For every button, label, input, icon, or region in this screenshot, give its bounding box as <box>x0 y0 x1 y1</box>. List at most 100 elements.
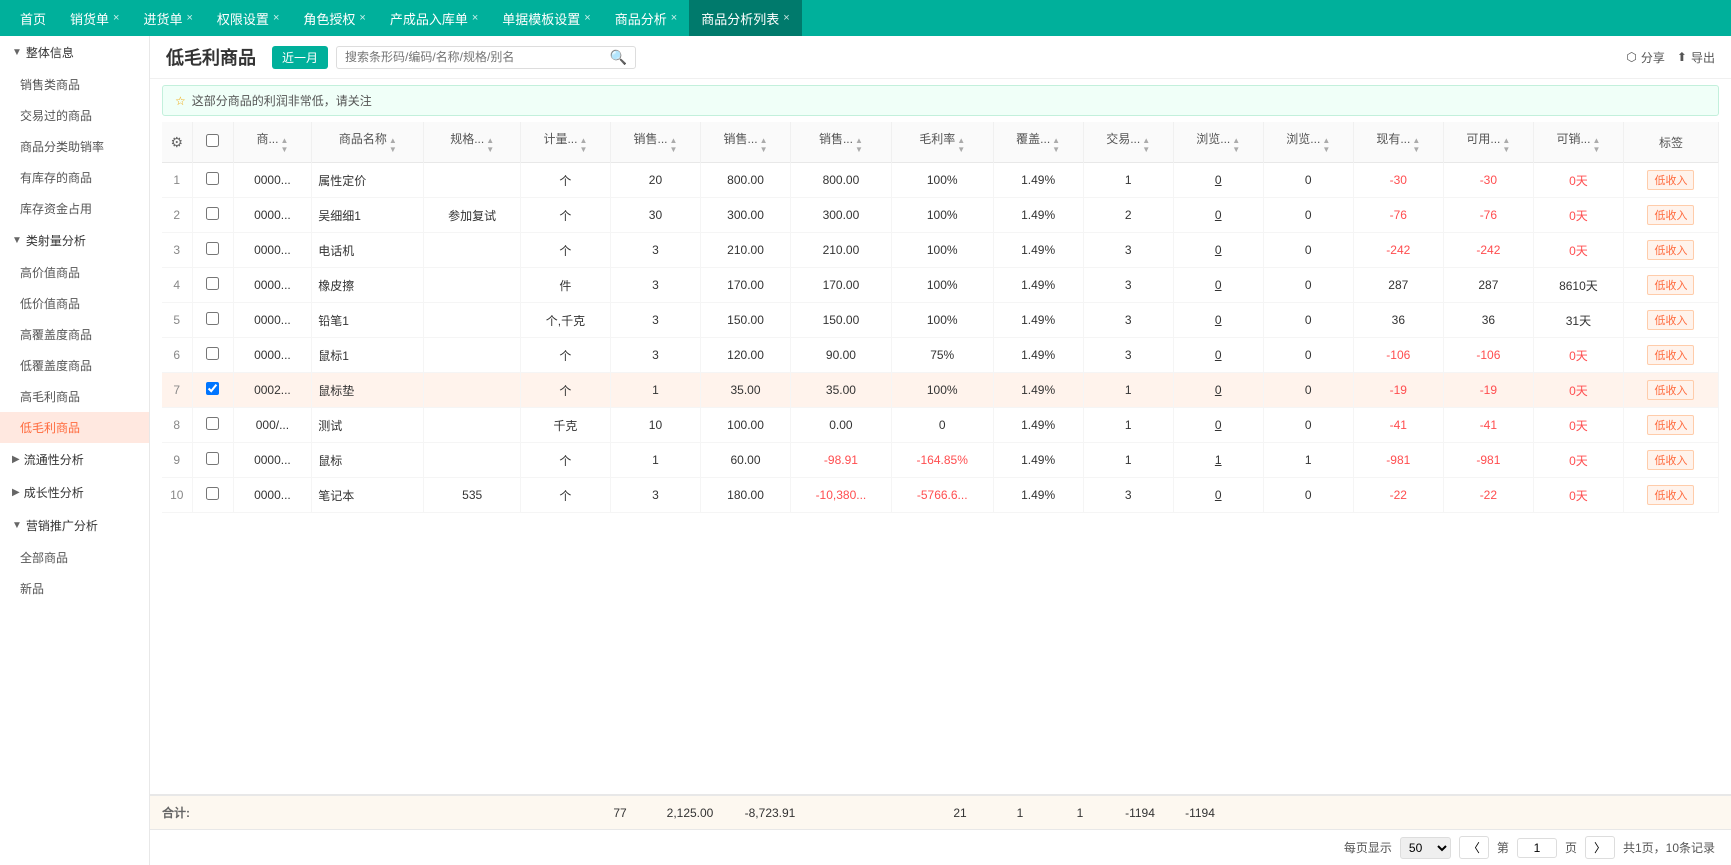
row-select-checkbox[interactable] <box>206 452 219 465</box>
sidebar-section-general[interactable]: ▼ 整体信息 <box>0 36 149 69</box>
sidebar-item-sales-products[interactable]: 销售类商品 <box>0 69 149 100</box>
close-analysis-list-icon[interactable]: × <box>783 12 789 24</box>
row-checkbox[interactable] <box>192 163 233 198</box>
sidebar-item-high-coverage[interactable]: 高覆盖度商品 <box>0 319 149 350</box>
row-checkbox[interactable] <box>192 373 233 408</box>
row-checkbox[interactable] <box>192 478 233 513</box>
row-select-checkbox[interactable] <box>206 207 219 220</box>
col-usable[interactable]: 可用...▲▼ <box>1443 122 1533 163</box>
sidebar-section-marketing[interactable]: ▼ 营销推广分析 <box>0 509 149 542</box>
nav-item-analysis-list[interactable]: 商品分析列表 × <box>689 0 801 36</box>
prev-page-button[interactable]: 〈 <box>1459 836 1489 859</box>
col-gross-rate[interactable]: 毛利率▲▼ <box>891 122 993 163</box>
row-view1[interactable]: 0 <box>1173 198 1263 233</box>
row-name[interactable]: 鼠标1 <box>312 338 424 373</box>
page-number-input[interactable] <box>1517 838 1557 858</box>
close-product-analysis-icon[interactable]: × <box>671 12 677 24</box>
col-name[interactable]: 商品名称▲▼ <box>312 122 424 163</box>
nav-item-product-analysis[interactable]: 商品分析 × <box>603 0 689 36</box>
row-name[interactable]: 测试 <box>312 408 424 443</box>
sidebar-item-low-coverage[interactable]: 低覆盖度商品 <box>0 350 149 381</box>
col-view1[interactable]: 浏览...▲▼ <box>1173 122 1263 163</box>
sidebar-section-circulation[interactable]: ▶ 流通性分析 <box>0 443 149 476</box>
row-view1[interactable]: 0 <box>1173 233 1263 268</box>
row-view1[interactable]: 0 <box>1173 408 1263 443</box>
row-name[interactable]: 鼠标 <box>312 443 424 478</box>
row-view1[interactable]: 0 <box>1173 303 1263 338</box>
nav-item-templates[interactable]: 单据模板设置 × <box>490 0 602 36</box>
close-permissions-icon[interactable]: × <box>273 12 279 24</box>
nav-item-purchase[interactable]: 进货单 × <box>131 0 204 36</box>
row-view1[interactable]: 0 <box>1173 478 1263 513</box>
close-purchase-icon[interactable]: × <box>186 12 192 24</box>
col-view2[interactable]: 浏览...▲▼ <box>1263 122 1353 163</box>
row-name[interactable]: 属性定价 <box>312 163 424 198</box>
row-checkbox[interactable] <box>192 408 233 443</box>
row-name[interactable]: 橡皮擦 <box>312 268 424 303</box>
col-trade[interactable]: 交易...▲▼ <box>1083 122 1173 163</box>
row-select-checkbox[interactable] <box>206 312 219 325</box>
col-current[interactable]: 现有...▲▼ <box>1353 122 1443 163</box>
row-name[interactable]: 鼠标垫 <box>312 373 424 408</box>
sidebar-item-all-products[interactable]: 全部商品 <box>0 542 149 573</box>
row-select-checkbox[interactable] <box>206 347 219 360</box>
row-select-checkbox[interactable] <box>206 277 219 290</box>
nav-item-sales[interactable]: 销货单 × <box>58 0 131 36</box>
col-spec[interactable]: 规格...▲▼ <box>424 122 521 163</box>
row-view1[interactable]: 0 <box>1173 163 1263 198</box>
col-sales-qty[interactable]: 销售...▲▼ <box>610 122 700 163</box>
row-name[interactable]: 电话机 <box>312 233 424 268</box>
col-unit[interactable]: 计量...▲▼ <box>520 122 610 163</box>
row-name[interactable]: 笔记本 <box>312 478 424 513</box>
sidebar-item-traded-products[interactable]: 交易过的商品 <box>0 100 149 131</box>
sidebar-item-low-margin[interactable]: 低毛利商品 <box>0 412 149 443</box>
row-select-checkbox[interactable] <box>206 417 219 430</box>
row-name[interactable]: 铅笔1 <box>312 303 424 338</box>
search-icon[interactable]: 🔍 <box>610 49 627 66</box>
row-select-checkbox[interactable] <box>206 242 219 255</box>
sidebar-section-analysis[interactable]: ▼ 类射量分析 <box>0 224 149 257</box>
settings-icon[interactable]: ⚙ <box>170 134 183 150</box>
export-button[interactable]: ⬆ 导出 <box>1677 49 1715 66</box>
row-view1[interactable]: 1 <box>1173 443 1263 478</box>
nav-item-permissions[interactable]: 权限设置 × <box>205 0 291 36</box>
close-products-icon[interactable]: × <box>472 12 478 24</box>
close-templates-icon[interactable]: × <box>584 12 590 24</box>
row-checkbox[interactable] <box>192 233 233 268</box>
period-button[interactable]: 近一月 <box>272 46 328 69</box>
row-select-checkbox[interactable] <box>206 487 219 500</box>
col-sales-price[interactable]: 销售...▲▼ <box>701 122 791 163</box>
row-select-checkbox[interactable] <box>206 172 219 185</box>
nav-item-products[interactable]: 产成品入库单 × <box>378 0 490 36</box>
row-checkbox[interactable] <box>192 303 233 338</box>
col-settings[interactable]: ⚙ <box>162 122 192 163</box>
row-checkbox[interactable] <box>192 443 233 478</box>
sidebar-item-capital[interactable]: 库存资金占用 <box>0 193 149 224</box>
row-checkbox[interactable] <box>192 268 233 303</box>
row-checkbox[interactable] <box>192 338 233 373</box>
col-coverage[interactable]: 覆盖...▲▼ <box>993 122 1083 163</box>
sidebar-item-high-value[interactable]: 高价值商品 <box>0 257 149 288</box>
sidebar-item-new-products[interactable]: 新品 <box>0 573 149 604</box>
sidebar-item-low-value[interactable]: 低价值商品 <box>0 288 149 319</box>
row-view1[interactable]: 0 <box>1173 373 1263 408</box>
sidebar-item-category-rate[interactable]: 商品分类助销率 <box>0 131 149 162</box>
close-roles-icon[interactable]: × <box>359 12 365 24</box>
nav-item-home[interactable]: 首页 <box>8 0 58 36</box>
close-sales-icon[interactable]: × <box>113 12 119 24</box>
col-sales-profit[interactable]: 销售...▲▼ <box>791 122 892 163</box>
row-view1[interactable]: 0 <box>1173 338 1263 373</box>
row-select-checkbox[interactable] <box>206 382 219 395</box>
sidebar-item-high-margin[interactable]: 高毛利商品 <box>0 381 149 412</box>
row-view1[interactable]: 0 <box>1173 268 1263 303</box>
col-salable[interactable]: 可销...▲▼ <box>1533 122 1623 163</box>
col-code[interactable]: 商...▲▼ <box>233 122 312 163</box>
page-size-select[interactable]: 50 100 200 <box>1400 837 1451 859</box>
nav-item-roles[interactable]: 角色授权 × <box>291 0 377 36</box>
select-all-checkbox[interactable] <box>206 134 219 147</box>
share-button[interactable]: ⬡ 分享 <box>1626 49 1665 66</box>
search-input[interactable] <box>345 50 610 64</box>
sidebar-item-in-stock[interactable]: 有库存的商品 <box>0 162 149 193</box>
row-name[interactable]: 吴细细1 <box>312 198 424 233</box>
sidebar-section-growth[interactable]: ▶ 成长性分析 <box>0 476 149 509</box>
